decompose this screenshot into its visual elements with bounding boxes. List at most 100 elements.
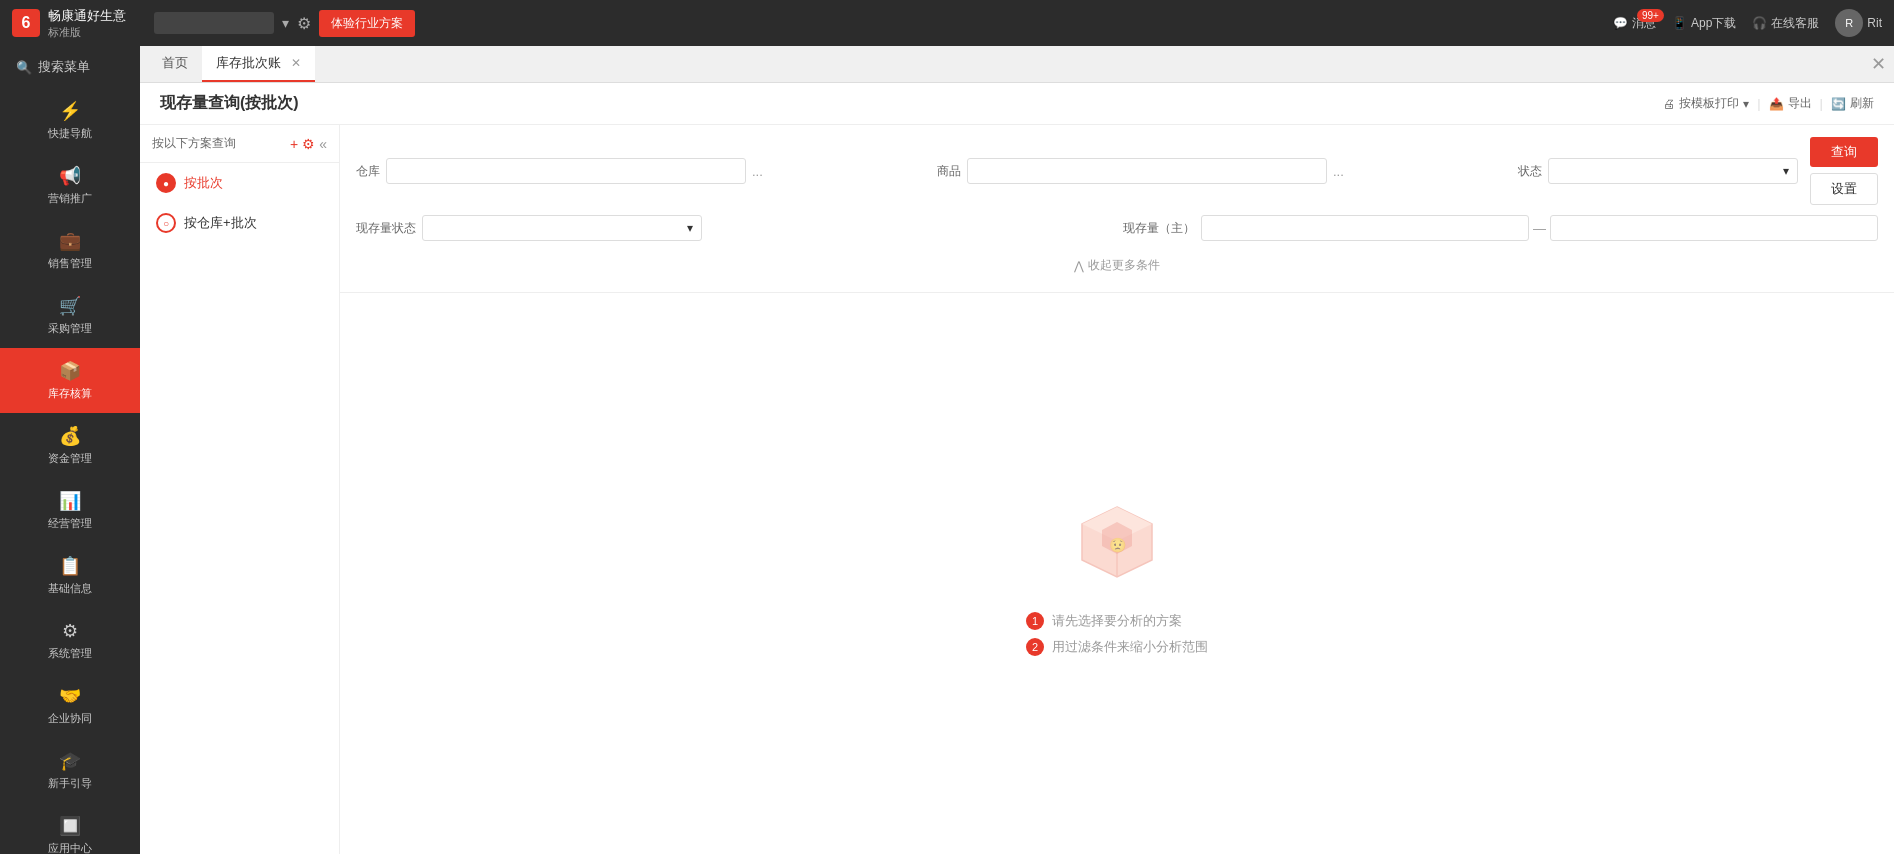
sidebar-item-inventory[interactable]: 📦 库存核算 xyxy=(0,348,140,413)
collapse-label: 收起更多条件 xyxy=(1088,257,1160,274)
finance-icon: 💰 xyxy=(59,425,81,447)
user-avatar: R xyxy=(1835,9,1863,37)
sidebar-item-label: 企业协同 xyxy=(48,711,92,726)
user-item[interactable]: R Rit xyxy=(1835,9,1882,37)
qty-separator: — xyxy=(1533,221,1546,236)
product-dots[interactable]: ... xyxy=(1333,164,1344,179)
sidebar-item-quick-nav[interactable]: ⚡ 快捷导航 xyxy=(0,88,140,153)
settings-btn[interactable]: 设置 xyxy=(1810,173,1878,205)
download-icon: 📱 xyxy=(1672,16,1687,30)
sidebar-item-finance[interactable]: 💰 资金管理 xyxy=(0,413,140,478)
inventory-status-dropdown[interactable]: ▾ xyxy=(422,215,702,241)
inventory-qty-label: 现存量（主） xyxy=(1123,220,1195,237)
add-plan-btn[interactable]: + xyxy=(290,136,298,152)
inventory-icon: 📦 xyxy=(59,360,81,382)
divider1: | xyxy=(1757,96,1760,111)
chevron-down-icon: ▾ xyxy=(1783,164,1789,178)
page-close-btn[interactable]: ✕ xyxy=(1871,53,1886,75)
right-panel: 仓库 ... 商品 ... xyxy=(340,125,1894,854)
sidebar-item-enterprise[interactable]: 🤝 企业协同 xyxy=(0,673,140,738)
export-icon: 📤 xyxy=(1769,97,1784,111)
sidebar-item-sales[interactable]: 💼 销售管理 xyxy=(0,218,140,283)
quick-nav-icon: ⚡ xyxy=(59,100,81,122)
sidebar-search[interactable]: 🔍 搜索菜单 xyxy=(0,46,140,88)
sidebar-item-operation[interactable]: 📊 经营管理 xyxy=(0,478,140,543)
collapse-btn[interactable]: ⋀ 收起更多条件 xyxy=(1074,257,1160,274)
filter-btns: 查询 设置 xyxy=(1810,137,1878,205)
tab-home[interactable]: 首页 xyxy=(148,46,202,82)
appstore-icon: 🔲 xyxy=(59,815,81,837)
sidebar-item-appstore[interactable]: 🔲 应用中心 xyxy=(0,803,140,854)
warehouse-label: 仓库 xyxy=(356,163,380,180)
sidebar-item-purchase[interactable]: 🛒 采购管理 xyxy=(0,283,140,348)
sidebar-search-label: 搜索菜单 xyxy=(38,58,90,76)
trial-btn[interactable]: 体验行业方案 xyxy=(319,10,415,37)
sidebar-item-system[interactable]: ⚙ 系统管理 xyxy=(0,608,140,673)
warehouse-filter: 仓库 ... xyxy=(356,158,925,184)
settings-plan-btn[interactable]: ⚙ xyxy=(302,136,315,152)
qty-to-input[interactable] xyxy=(1550,215,1878,241)
tab-inventory-batch[interactable]: 库存批次账 ✕ xyxy=(202,46,315,82)
tip-num-1: 1 xyxy=(1026,612,1044,630)
dropdown-arrow: ▾ xyxy=(1743,97,1749,111)
online-service-item[interactable]: 🎧 在线客服 xyxy=(1752,15,1819,32)
page-title: 现存量查询(按批次) xyxy=(160,93,299,114)
inventory-qty-filter: 现存量（主） — xyxy=(1123,215,1878,241)
divider2: | xyxy=(1820,96,1823,111)
product-input[interactable] xyxy=(967,158,1327,184)
sidebar-item-basics[interactable]: 📋 基础信息 xyxy=(0,543,140,608)
query-btn[interactable]: 查询 xyxy=(1810,137,1878,167)
system-icon: ⚙ xyxy=(62,620,78,642)
sidebar-item-marketing[interactable]: 📢 营销推广 xyxy=(0,153,140,218)
export-btn[interactable]: 📤 导出 xyxy=(1769,95,1812,112)
page-actions: 🖨 按模板打印 ▾ | 📤 导出 | 🔄 刷新 xyxy=(1663,95,1874,112)
svg-text:😟: 😟 xyxy=(1109,537,1127,554)
plan-item-by-batch[interactable]: ● 按批次 xyxy=(140,163,339,203)
dropdown-arrow: ▾ xyxy=(687,221,693,235)
filter-area: 仓库 ... 商品 ... xyxy=(340,125,1894,293)
sidebar-item-newbie[interactable]: 🎓 新手引导 xyxy=(0,738,140,803)
basics-icon: 📋 xyxy=(59,555,81,577)
refresh-icon: 🔄 xyxy=(1831,97,1846,111)
status-label: 状态 xyxy=(1518,163,1542,180)
user-name: Rit xyxy=(1867,16,1882,30)
app-download-label: App下载 xyxy=(1691,15,1736,32)
left-panel-collapse-btn[interactable]: « xyxy=(319,136,327,152)
app-download-item[interactable]: 📱 App下载 xyxy=(1672,15,1736,32)
dropdown-btn[interactable]: ▾ xyxy=(282,15,289,31)
inventory-qty-range: — xyxy=(1201,215,1878,241)
gear-btn[interactable]: ⚙ xyxy=(297,14,311,33)
qty-from-input[interactable] xyxy=(1201,215,1529,241)
tip-text-1: 请先选择要分析的方案 xyxy=(1052,612,1182,630)
warehouse-dots[interactable]: ... xyxy=(752,164,763,179)
print-template-btn[interactable]: 🖨 按模板打印 ▾ xyxy=(1663,95,1749,112)
app-title: 畅康通好生意 xyxy=(48,7,126,25)
breadcrumb-input[interactable] xyxy=(154,12,274,34)
tab-close-btn[interactable]: ✕ xyxy=(291,56,301,70)
filter-row-1: 仓库 ... 商品 ... xyxy=(356,137,1878,205)
app-logo: 6 xyxy=(12,9,40,37)
product-filter: 商品 ... xyxy=(937,158,1506,184)
main-content: 按以下方案查询 + ⚙ « ● 按批次 ○ 按仓库+批次 xyxy=(140,125,1894,854)
online-service-label: 在线客服 xyxy=(1771,15,1819,32)
newbie-icon: 🎓 xyxy=(59,750,81,772)
empty-tip-2: 2 用过滤条件来缩小分析范围 xyxy=(1026,638,1208,656)
status-select[interactable]: ▾ xyxy=(1548,158,1798,184)
sidebar: 🔍 搜索菜单 ⚡ 快捷导航 📢 营销推广 💼 销售管理 🛒 采购管理 📦 xyxy=(0,46,140,854)
plan-item-by-warehouse-batch[interactable]: ○ 按仓库+批次 xyxy=(140,203,339,243)
empty-state: 😟 1 请先选择要分析的方案 2 用过滤条件来缩小分析范围 xyxy=(340,293,1894,854)
top-bar-left: 6 畅康通好生意 标准版 ▾ ⚙ 体验行业方案 xyxy=(12,7,415,40)
tip-text-2: 用过滤条件来缩小分析范围 xyxy=(1052,638,1208,656)
empty-icon: 😟 xyxy=(1067,492,1167,592)
service-icon: 🎧 xyxy=(1752,16,1767,30)
refresh-btn[interactable]: 🔄 刷新 xyxy=(1831,95,1874,112)
operation-icon: 📊 xyxy=(59,490,81,512)
left-panel-title: 按以下方案查询 xyxy=(152,135,236,152)
left-panel-actions: + ⚙ « xyxy=(290,136,327,152)
tab-inventory-batch-label: 库存批次账 xyxy=(216,54,281,72)
messages-item[interactable]: 💬 消息 99+ xyxy=(1613,15,1656,32)
sidebar-item-label: 营销推广 xyxy=(48,191,92,206)
top-bar-right: 💬 消息 99+ 📱 App下载 🎧 在线客服 R Rit xyxy=(1613,9,1882,37)
search-icon: 🔍 xyxy=(16,60,32,75)
warehouse-input[interactable] xyxy=(386,158,746,184)
